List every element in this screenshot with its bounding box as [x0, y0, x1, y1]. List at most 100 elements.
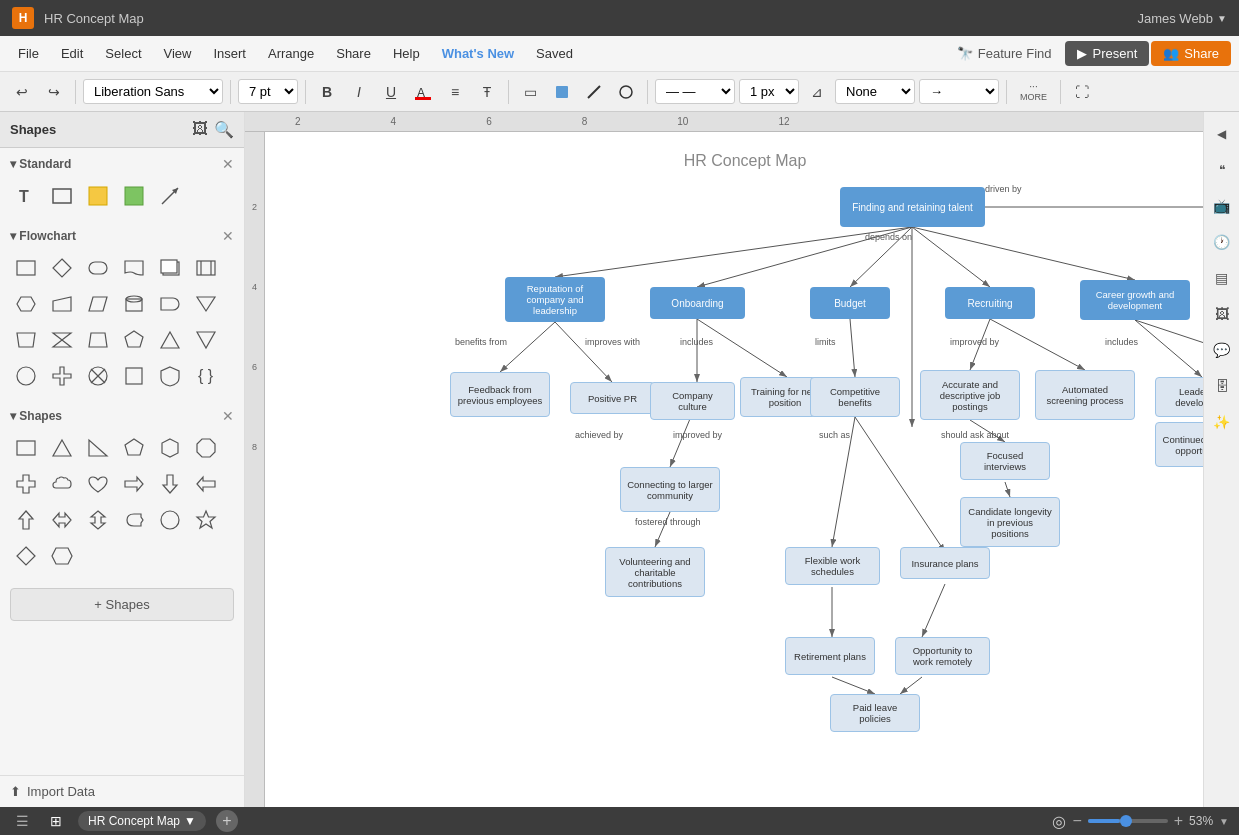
menu-insert[interactable]: Insert — [203, 42, 256, 65]
fc-trapezoid[interactable] — [82, 324, 114, 356]
zoom-dropdown-icon[interactable]: ▼ — [1219, 816, 1229, 827]
node-candidate-longevity[interactable]: Candidate longevity in previous position… — [960, 497, 1060, 547]
node-onboarding[interactable]: Onboarding — [650, 287, 745, 319]
shape-text[interactable]: T — [10, 180, 42, 212]
zoom-in-btn[interactable]: + — [1174, 812, 1183, 830]
fc-extract[interactable] — [190, 288, 222, 320]
shape-arrow[interactable] — [154, 180, 186, 212]
node-comp-benefits[interactable]: Competitive benefits — [810, 377, 900, 417]
node-retirement[interactable]: Retirement plans — [785, 637, 875, 675]
arrow-style-select[interactable]: → — [919, 79, 999, 104]
fill-button[interactable] — [548, 78, 576, 106]
flowchart-section-header[interactable]: ▾ Flowchart ✕ — [10, 228, 234, 244]
node-volunteering[interactable]: Volunteering and charitable contribution… — [605, 547, 705, 597]
shapes-section-header[interactable]: ▾ Shapes ✕ — [10, 408, 234, 424]
node-connecting[interactable]: Connecting to larger community — [620, 467, 720, 512]
node-reputation[interactable]: Reputation of company and leadership — [505, 277, 605, 322]
sh-down-arrow[interactable] — [154, 468, 186, 500]
share-button[interactable]: 👥 Share — [1151, 41, 1231, 66]
sh-rect[interactable] — [10, 432, 42, 464]
node-remote-work[interactable]: Opportunity to work remotely — [895, 637, 990, 675]
node-continued-learning[interactable]: Continued learning opportunities — [1155, 422, 1203, 467]
import-data-button[interactable]: ⬆ Import Data — [0, 775, 244, 807]
node-leadership-dev[interactable]: Leadership development — [1155, 377, 1203, 417]
sh-back-arrow[interactable] — [118, 504, 150, 536]
text-format-button[interactable]: Ŧ — [473, 78, 501, 106]
fc-collate[interactable] — [46, 324, 78, 356]
underline-button[interactable]: U — [377, 78, 405, 106]
add-tab-button[interactable]: + — [216, 810, 238, 832]
fc-delay[interactable] — [154, 288, 186, 320]
sh-diamond[interactable] — [10, 540, 42, 572]
line-color-button[interactable] — [580, 78, 608, 106]
font-size-select[interactable]: 7 pt — [238, 79, 298, 104]
menu-whats-new[interactable]: What's New — [432, 42, 524, 65]
shape-post-it[interactable] — [82, 180, 114, 212]
menu-saved[interactable]: Saved — [526, 42, 583, 65]
feature-find-button[interactable]: 🔭 Feature Find — [945, 41, 1064, 66]
menu-arrange[interactable]: Arrange — [258, 42, 324, 65]
right-panel-magic-btn[interactable]: ✨ — [1208, 408, 1236, 436]
more-button[interactable]: ··· MORE — [1014, 79, 1053, 104]
node-recruiting[interactable]: Recruiting — [945, 287, 1035, 319]
grid-view-btn[interactable]: ⊞ — [44, 809, 68, 833]
node-focused-interviews[interactable]: Focused interviews — [960, 442, 1050, 480]
zoom-out-btn[interactable]: − — [1072, 812, 1081, 830]
shape-green-rect[interactable] — [118, 180, 150, 212]
present-button[interactable]: ▶ Present — [1065, 41, 1149, 66]
add-shapes-button[interactable]: + Shapes — [10, 588, 234, 621]
sh-hexagon2[interactable] — [46, 540, 78, 572]
fc-shield[interactable] — [154, 360, 186, 392]
node-insurance[interactable]: Insurance plans — [900, 547, 990, 579]
list-view-btn[interactable]: ☰ — [10, 809, 34, 833]
right-panel-db-btn[interactable]: 🗄 — [1208, 372, 1236, 400]
sh-up-arrow[interactable] — [10, 504, 42, 536]
fc-manual-op[interactable] — [10, 324, 42, 356]
node-finding-talent[interactable]: Finding and retaining talent — [840, 187, 985, 227]
fc-parallelogram[interactable] — [82, 288, 114, 320]
stroke-style-select[interactable]: — — ——— — [655, 79, 735, 104]
sh-cloud[interactable] — [46, 468, 78, 500]
stroke-width-select[interactable]: 1 px — [739, 79, 799, 104]
shape-button[interactable]: ▭ — [516, 78, 544, 106]
menu-file[interactable]: File — [8, 42, 49, 65]
sh-pentagon[interactable] — [118, 432, 150, 464]
sh-heart[interactable] — [82, 468, 114, 500]
sh-left-arrow[interactable] — [190, 468, 222, 500]
fc-inverted-triangle[interactable] — [190, 324, 222, 356]
node-career-growth[interactable]: Career growth and development — [1080, 280, 1190, 320]
sh-h-double-arrow[interactable] — [46, 504, 78, 536]
node-budget[interactable]: Budget — [810, 287, 890, 319]
menu-view[interactable]: View — [154, 42, 202, 65]
right-panel-clock-btn[interactable]: 🕐 — [1208, 228, 1236, 256]
right-panel-comment-btn[interactable]: 💬 — [1208, 336, 1236, 364]
canvas-content[interactable]: HR Concept Map — [265, 132, 1203, 807]
right-panel-layers-btn[interactable]: ▤ — [1208, 264, 1236, 292]
right-panel-image-btn[interactable]: 🖼 — [1208, 300, 1236, 328]
zoom-slider[interactable] — [1088, 819, 1168, 823]
bold-button[interactable]: B — [313, 78, 341, 106]
shapes-close-btn[interactable]: ✕ — [222, 408, 234, 424]
fc-x-circle[interactable] — [82, 360, 114, 392]
right-panel-collapse-btn[interactable]: ◀ — [1208, 120, 1236, 148]
user-name[interactable]: James Webb — [1137, 11, 1227, 26]
node-paid-leave[interactable]: Paid leave policies — [830, 694, 920, 732]
font-color-button[interactable]: A — [409, 78, 437, 106]
sh-star[interactable] — [190, 504, 222, 536]
fullscreen-button[interactable]: ⛶ — [1068, 78, 1096, 106]
fc-doc[interactable] — [118, 252, 150, 284]
fc-multi-doc[interactable] — [154, 252, 186, 284]
fc-prep[interactable] — [10, 288, 42, 320]
redo-button[interactable]: ↪ — [40, 78, 68, 106]
canvas-area[interactable]: 2 4 6 8 10 12 2 4 6 8 HR Concept Map — [245, 112, 1203, 807]
menu-share[interactable]: Share — [326, 42, 381, 65]
fc-decision[interactable] — [46, 252, 78, 284]
sh-octagon[interactable] — [190, 432, 222, 464]
fc-predefined[interactable] — [190, 252, 222, 284]
connection-style-select[interactable]: None — [835, 79, 915, 104]
standard-close-btn[interactable]: ✕ — [222, 156, 234, 172]
search-icon[interactable]: 🔍 — [214, 120, 234, 139]
edit-style-button[interactable] — [612, 78, 640, 106]
standard-section-header[interactable]: ▾ Standard ✕ — [10, 156, 234, 172]
sh-v-double-arrow[interactable] — [82, 504, 114, 536]
